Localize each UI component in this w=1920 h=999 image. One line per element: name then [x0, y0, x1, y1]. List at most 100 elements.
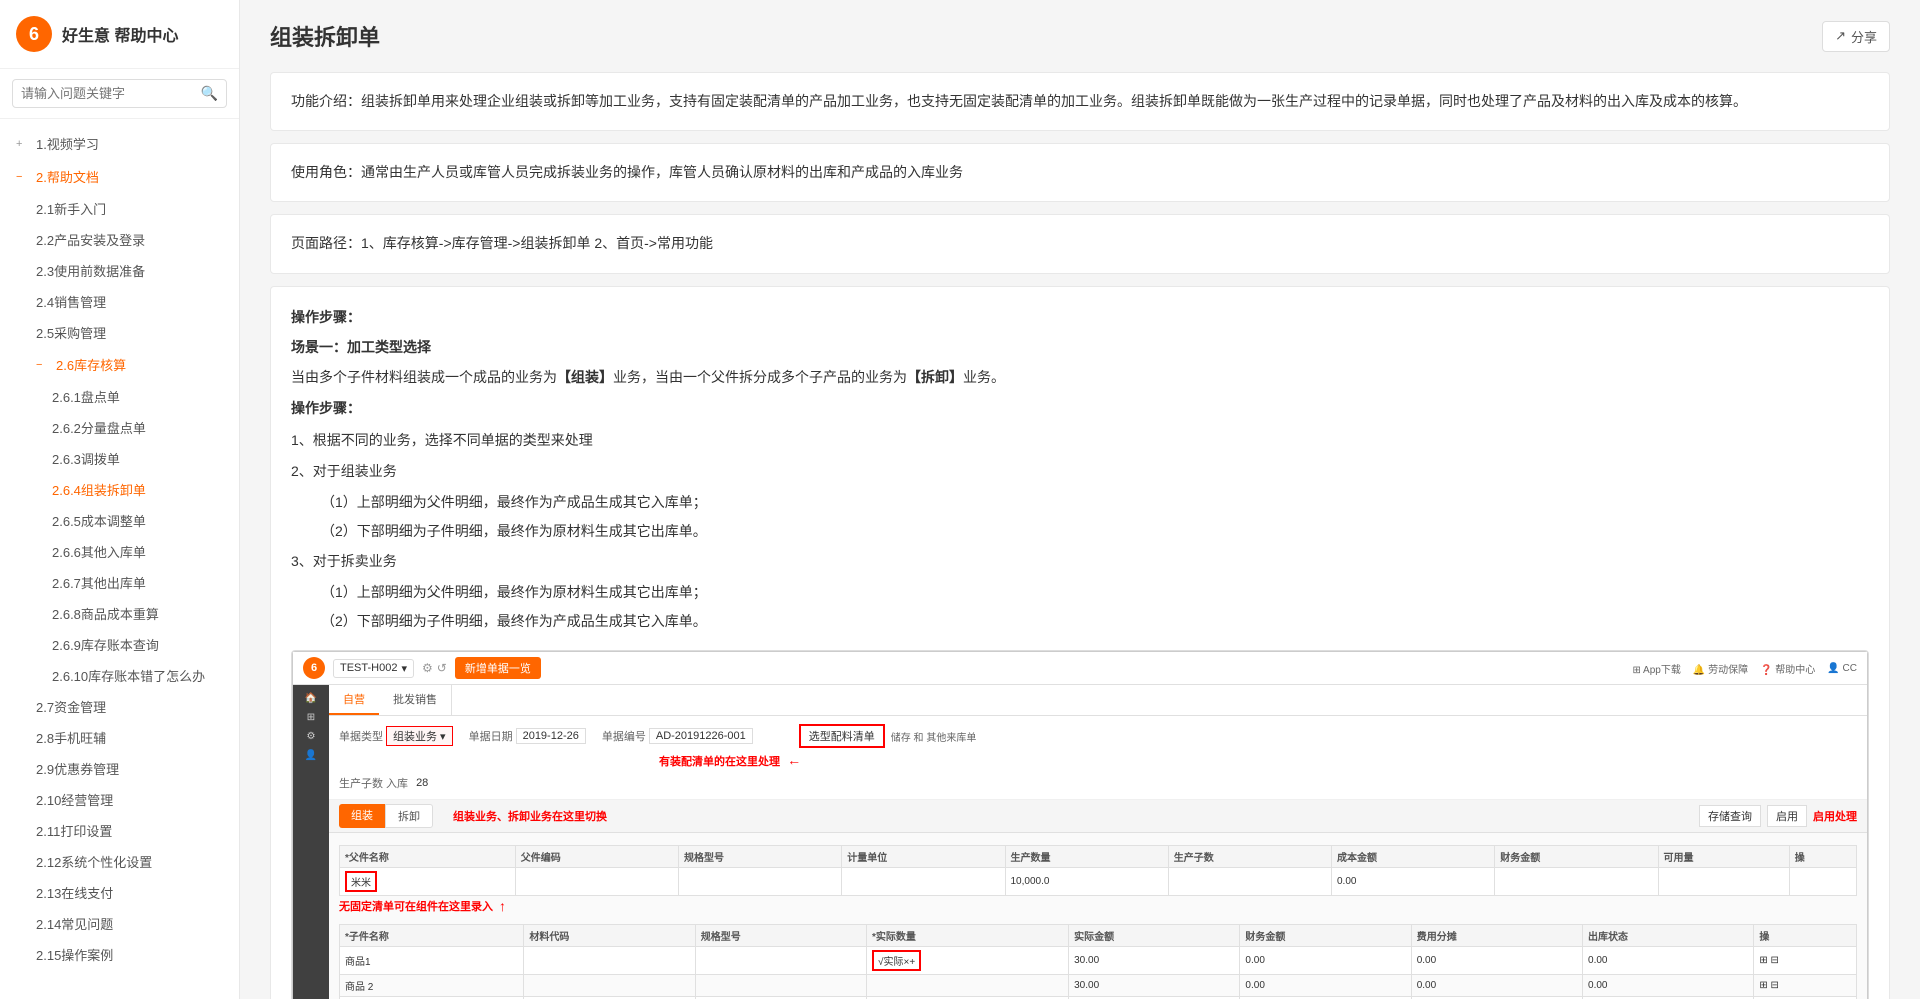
lower-r2-amount: 30.00 — [1069, 975, 1240, 997]
mock-docno-value[interactable]: AD-20191226-001 — [649, 728, 753, 744]
mock-config-btn[interactable]: 选型配料清单 — [799, 724, 885, 748]
intro-text: 功能介绍：组装拆卸单用来处理企业组装或拆卸等加工业务，支持有固定装配清单的产品加… — [291, 93, 1747, 109]
scenario1-title: 场景一：加工类型选择 — [291, 337, 1869, 357]
sidebar-item-1[interactable]: + 1.视频学习 — [0, 127, 239, 160]
mock-bell-icon: 🔔 劳动保障 — [1693, 661, 1748, 676]
search-input[interactable] — [21, 86, 201, 101]
step-2-sub2: （2）下部明细为子件明细，最终作为原材料生成其它出库单。 — [291, 519, 1869, 544]
annotation-4: 无固定清单可在组件在这里录入 — [339, 898, 493, 914]
lower-r2-qty — [867, 975, 1069, 997]
mock-form-date: 单据日期 2019-12-26 — [469, 728, 586, 744]
lower-r2-status: 0.00 — [1583, 975, 1754, 997]
sidebar-item-2-6-8[interactable]: 2.6.8商品成本重算 — [0, 598, 239, 629]
step-3-sub1: （1）上部明细为父件明细，最终作为原材料生成其它出库单； — [291, 580, 1869, 605]
logo-text: 好生意 帮助中心 — [62, 22, 178, 46]
logo-icon: 6 — [16, 16, 52, 52]
lower-th-2: 材料代码 — [524, 925, 695, 947]
sidebar-item-2-6[interactable]: − 2.6库存核算 — [0, 348, 239, 381]
page-header: 组装拆卸单 ↗ 分享 — [270, 20, 1890, 52]
lower-table: *子件名称 材料代码 规格型号 *实际数量 实际金额 财务金额 费用分摊 出库状… — [339, 924, 1857, 999]
mock-sidebar-people[interactable]: 👤 — [305, 750, 317, 761]
sidebar-item-2-6-9[interactable]: 2.6.9库存账本查询 — [0, 629, 239, 660]
sidebar-item-2-1[interactable]: 2.1新手入门 — [0, 193, 239, 224]
path-text: 页面路径：1、库存核算->库存管理->组装拆卸单 2、首页->常用功能 — [291, 235, 713, 251]
search-area: 🔍 — [0, 69, 239, 119]
sidebar-item-2-13[interactable]: 2.13在线支付 — [0, 877, 239, 908]
lower-r2-spec — [695, 975, 866, 997]
sidebar-item-2-2[interactable]: 2.2产品安装及登录 — [0, 224, 239, 255]
upper-cell-spec — [679, 868, 842, 896]
ops-steps-label: 操作步骤： — [291, 398, 1869, 418]
sidebar-item-2-14[interactable]: 2.14常见问题 — [0, 908, 239, 939]
upper-th-2: 父件编码 — [515, 846, 678, 868]
sidebar-item-2-6-1[interactable]: 2.6.1盘点单 — [0, 381, 239, 412]
sidebar-item-2-12[interactable]: 2.12系统个性化设置 — [0, 846, 239, 877]
sidebar-item-2-6-2[interactable]: 2.6.2分量盘点单 — [0, 412, 239, 443]
upper-cell-avail — [1658, 868, 1789, 896]
sidebar-item-2-11[interactable]: 2.11打印设置 — [0, 815, 239, 846]
upper-cell-fin — [1495, 868, 1658, 896]
mock-date-value[interactable]: 2019-12-26 — [516, 728, 586, 744]
lower-th-4: *实际数量 — [867, 925, 1069, 947]
mock-refresh-icon: ↺ — [437, 661, 447, 675]
mock-btn-extra: 储存 和 其他来库单 — [891, 729, 977, 744]
sidebar-item-2-10[interactable]: 2.10经营管理 — [0, 784, 239, 815]
upper-cell-cost: 0.00 — [1332, 868, 1495, 896]
mock-sidebar-settings[interactable]: ⚙ — [307, 731, 316, 742]
mock-settings-icon: ⚙ — [422, 661, 433, 675]
mock-enable-search[interactable]: 存储查询 — [1699, 805, 1761, 827]
steps-title: 操作步骤： — [291, 307, 1869, 327]
mock-tab-pfxs[interactable]: 批发销售 — [379, 685, 452, 715]
mock-type-label: 单据类型 — [339, 728, 383, 744]
sidebar-item-2-6-6[interactable]: 2.6.6其他入库单 — [0, 536, 239, 567]
sidebar-item-2-6-5[interactable]: 2.6.5成本调整单 — [0, 505, 239, 536]
lower-th-1: *子件名称 — [340, 925, 524, 947]
mock-sidebar-grid[interactable]: ⊞ — [307, 712, 315, 723]
mock-tab-assemble[interactable]: 组装 — [339, 804, 385, 828]
lower-r2-fee: 0.00 — [1411, 975, 1582, 997]
mock-count-label: 生产子数 入库 — [339, 775, 408, 791]
annotation-3: 启用处理 — [1813, 808, 1857, 824]
mock-tab-disassemble[interactable]: 拆卸 — [385, 804, 433, 828]
mock-tab-ziy[interactable]: 自营 — [329, 685, 379, 715]
lower-th-3: 规格型号 — [695, 925, 866, 947]
share-icon: ↗ — [1835, 28, 1846, 44]
mock-docno-label: 单据编号 — [602, 728, 646, 744]
sidebar-item-2-6-4[interactable]: 2.6.4组装拆卸单 — [0, 474, 239, 505]
sidebar-item-2-3[interactable]: 2.3使用前数据准备 — [0, 255, 239, 286]
sidebar: 6 好生意 帮助中心 🔍 + 1.视频学习 − 2.帮助文档 2.1新手入门 2… — [0, 0, 240, 999]
upper-cell-qty: 10,000.0 — [1005, 868, 1168, 896]
mock-count-value: 28 — [416, 777, 428, 789]
sidebar-item-2-4[interactable]: 2.4销售管理 — [0, 286, 239, 317]
upper-cell-sub — [1168, 868, 1331, 896]
sidebar-item-2-8[interactable]: 2.8手机旺辅 — [0, 722, 239, 753]
mock-app: 6 TEST-H002 ▾ ⚙ ↺ 新增单据一览 ⊞ App下载 🔔 劳动保障 … — [292, 651, 1868, 999]
step-3: 3、对于拆卖业务 — [291, 549, 1869, 574]
lower-r2-code — [524, 975, 695, 997]
search-box[interactable]: 🔍 — [12, 79, 227, 108]
lower-th-5: 实际金额 — [1069, 925, 1240, 947]
sidebar-item-2-6-7[interactable]: 2.6.7其他出库单 — [0, 567, 239, 598]
sidebar-item-2-5[interactable]: 2.5采购管理 — [0, 317, 239, 348]
logo-area: 6 好生意 帮助中心 — [0, 0, 239, 69]
sidebar-item-2-7[interactable]: 2.7资金管理 — [0, 691, 239, 722]
sidebar-item-2-6-3[interactable]: 2.6.3调拨单 — [0, 443, 239, 474]
lower-th-8: 出库状态 — [1583, 925, 1754, 947]
sidebar-item-2-15[interactable]: 2.15操作案例 — [0, 939, 239, 970]
upper-th-4: 计量单位 — [842, 846, 1005, 868]
sidebar-item-2[interactable]: − 2.帮助文档 — [0, 160, 239, 193]
sidebar-item-2-9[interactable]: 2.9优惠券管理 — [0, 753, 239, 784]
share-button[interactable]: ↗ 分享 — [1822, 21, 1890, 52]
mock-sidebar-home[interactable]: 🏠 — [305, 693, 317, 704]
lower-r1-amount: 30.00 — [1069, 947, 1240, 975]
expand-icon-2-6: − — [36, 359, 50, 371]
search-icon[interactable]: 🔍 — [201, 85, 218, 102]
mock-new-btn[interactable]: 新增单据一览 — [455, 657, 541, 679]
operations-section: 操作步骤： 场景一：加工类型选择 当由多个子件材料组装成一个成品的业务为【组装】… — [270, 286, 1890, 999]
sidebar-item-2-6-10[interactable]: 2.6.10库存账本错了怎么办 — [0, 660, 239, 691]
upper-th-5: 生产数量 — [1005, 846, 1168, 868]
lower-row-2: 商品 2 30.00 0.00 0.00 0.00 ⊞ ⊟ — [340, 975, 1857, 997]
mock-enable-btn[interactable]: 启用 — [1767, 805, 1807, 827]
sidebar-item-2-label: 2.帮助文档 — [36, 167, 99, 186]
mock-type-value[interactable]: 组装业务 ▾ — [386, 726, 453, 746]
